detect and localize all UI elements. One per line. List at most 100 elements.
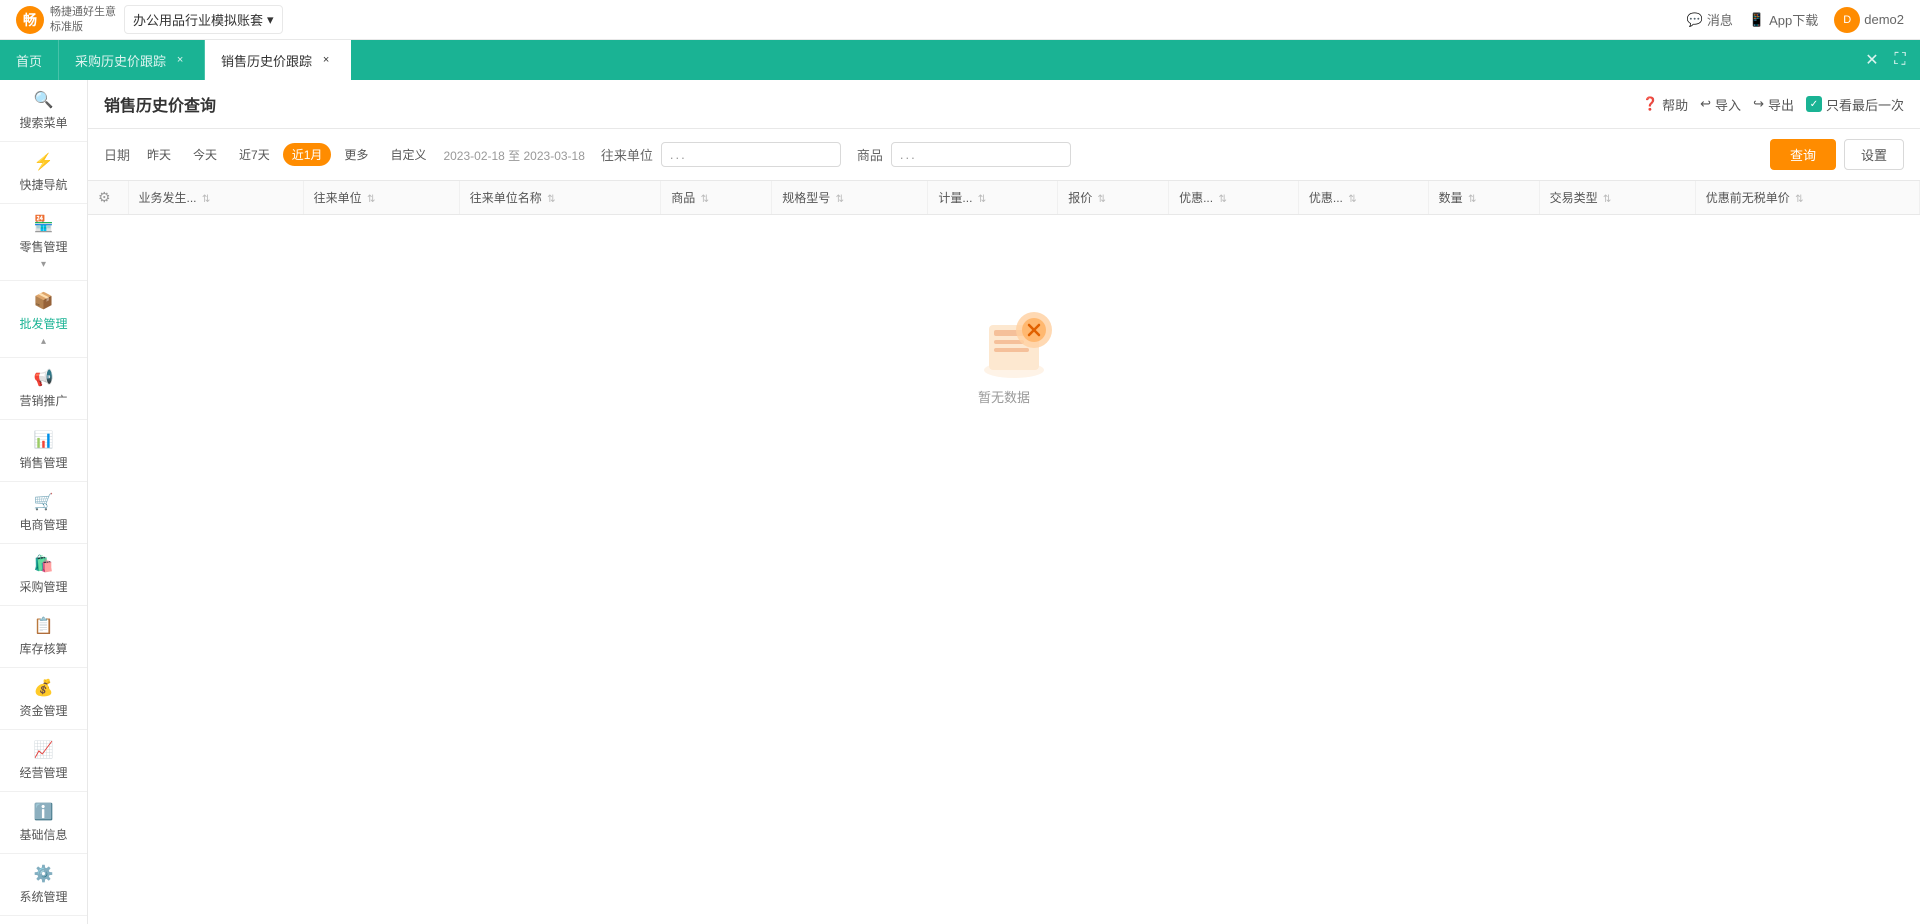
quick-nav-icon: ⚡: [34, 152, 54, 172]
message-icon: 💬: [1687, 12, 1703, 28]
sort-icon: ⇅: [836, 194, 844, 205]
import-icon: ↩: [1700, 96, 1711, 112]
table-header-pre-tax-price[interactable]: 优惠前无税单价 ⇅: [1695, 181, 1919, 215]
tab-sales-history-label: 销售历史价跟踪: [221, 51, 312, 70]
counterpart-filter-label: 往来单位: [601, 145, 653, 164]
data-table: ⚙ 业务发生... ⇅ 往来单位 ⇅ 往来单位名称 ⇅: [88, 181, 1920, 215]
sort-icon: ⇅: [367, 194, 375, 205]
message-button[interactable]: 💬 消息: [1687, 10, 1733, 29]
logo-icon: 畅: [16, 6, 44, 34]
wholesale-icon: 📦: [34, 291, 54, 311]
checkbox-icon: ✓: [1806, 96, 1822, 112]
empty-state: 暂无数据: [88, 215, 1920, 486]
sidebar-item-basic-info[interactable]: ℹ️ 基础信息: [0, 792, 87, 854]
close-sales-tab-icon[interactable]: ×: [318, 52, 334, 68]
date-btn-last7days[interactable]: 近7天: [230, 143, 279, 166]
sidebar-item-operations[interactable]: 📈 经营管理: [0, 730, 87, 792]
download-icon: 📱: [1749, 12, 1765, 28]
table-header-unit[interactable]: 计量... ⇅: [928, 181, 1058, 215]
sort-icon: ⇅: [978, 194, 986, 205]
table-header-counterpart-name[interactable]: 往来单位名称 ⇅: [459, 181, 661, 215]
sidebar-item-purchase[interactable]: 🛍️ 采购管理: [0, 544, 87, 606]
maximize-button[interactable]: ⛶: [1888, 48, 1912, 72]
page-header: 销售历史价查询 ❓ 帮助 ↩ 导入 ↪ 导出 ✓ 只看最后一次: [88, 80, 1920, 129]
sort-icon: ⇅: [1468, 194, 1476, 205]
app-selector[interactable]: 办公用品行业模拟账套 ▾: [124, 5, 283, 34]
date-btn-last1month[interactable]: 近1月: [283, 143, 332, 166]
help-button[interactable]: ❓ 帮助: [1642, 95, 1688, 114]
date-btn-custom[interactable]: 自定义: [381, 143, 435, 166]
table-header-spec[interactable]: 规格型号 ⇅: [772, 181, 928, 215]
sidebar-item-marketing[interactable]: 📢 营销推广: [0, 358, 87, 420]
date-buttons: 昨天 今天 近7天 近1月 更多 自定义: [138, 143, 435, 166]
product-placeholder: ...: [900, 147, 917, 162]
gear-icon[interactable]: ⚙: [98, 189, 111, 205]
avatar: D: [1834, 7, 1860, 33]
ecommerce-icon: 🛒: [34, 492, 54, 512]
help-icon: ❓: [1642, 96, 1658, 112]
date-btn-more[interactable]: 更多: [335, 143, 377, 166]
date-filter-group: 日期 昨天 今天 近7天 近1月 更多 自定义 2023-02-18 至 202…: [104, 143, 585, 166]
product-filter-label: 商品: [857, 145, 883, 164]
chevron-up-icon: ▴: [41, 336, 46, 347]
date-btn-today[interactable]: 今天: [184, 143, 226, 166]
sort-icon: ⇅: [202, 194, 210, 205]
sidebar-item-search[interactable]: 🔍 搜索菜单: [0, 80, 87, 142]
setting-button[interactable]: 设置: [1844, 139, 1904, 170]
sidebar-item-finance[interactable]: 💰 资金管理: [0, 668, 87, 730]
sidebar-item-quick-nav[interactable]: ⚡ 快捷导航: [0, 142, 87, 204]
import-button[interactable]: ↩ 导入: [1700, 95, 1741, 114]
counterpart-input[interactable]: ...: [661, 142, 841, 167]
sidebar-item-wholesale[interactable]: 📦 批发管理 ▴: [0, 281, 87, 358]
sidebar-item-ecommerce[interactable]: 🛒 电商管理: [0, 482, 87, 544]
query-button[interactable]: 查询: [1770, 139, 1836, 170]
date-btn-yesterday[interactable]: 昨天: [138, 143, 180, 166]
tab-bar: 首页 采购历史价跟踪 × 销售历史价跟踪 × ✕ ⛶: [0, 40, 1920, 80]
only-last-checkbox[interactable]: ✓ 只看最后一次: [1806, 95, 1904, 114]
close-purchase-tab-icon[interactable]: ×: [172, 52, 188, 68]
tab-purchase-history-label: 采购历史价跟踪: [75, 51, 166, 70]
sidebar-item-inventory[interactable]: 📋 库存核算: [0, 606, 87, 668]
app-download-button[interactable]: 📱 App下载: [1749, 10, 1818, 29]
close-all-tabs-button[interactable]: ✕: [1860, 48, 1884, 72]
logo-area: 畅 畅捷通好生意 标准版: [16, 5, 116, 34]
sort-icon: ⇅: [1603, 194, 1611, 205]
table-header-discount2[interactable]: 优惠... ⇅: [1298, 181, 1428, 215]
date-filter-label: 日期: [104, 145, 130, 164]
top-bar-left: 畅 畅捷通好生意 标准版 办公用品行业模拟账套 ▾: [16, 5, 283, 34]
sort-icon: ⇅: [701, 194, 709, 205]
retail-icon: 🏪: [34, 214, 54, 234]
page-title: 销售历史价查询: [104, 92, 216, 116]
filter-row: 日期 昨天 今天 近7天 近1月 更多 自定义 2023-02-18 至 202…: [104, 139, 1904, 170]
table-header-discount1[interactable]: 优惠... ⇅: [1169, 181, 1299, 215]
chevron-down-icon: ▾: [41, 259, 46, 270]
chevron-down-icon: ▾: [267, 12, 274, 28]
table-header-product[interactable]: 商品 ⇅: [661, 181, 772, 215]
table-header-quantity[interactable]: 数量 ⇅: [1428, 181, 1539, 215]
table-header-price[interactable]: 报价 ⇅: [1058, 181, 1169, 215]
table-header-trade-type[interactable]: 交易类型 ⇅: [1539, 181, 1695, 215]
sort-icon: ⇅: [1795, 194, 1803, 205]
sort-icon: ⇅: [547, 194, 555, 205]
marketing-icon: 📢: [34, 368, 54, 388]
sidebar-item-sales-mgmt[interactable]: 📊 销售管理: [0, 420, 87, 482]
tab-bar-actions: ✕ ⛶: [1852, 40, 1920, 80]
logo-text: 畅捷通好生意 标准版: [50, 5, 116, 34]
sidebar-item-enterprise[interactable]: 🤝 企业协同: [0, 916, 87, 924]
top-bar: 畅 畅捷通好生意 标准版 办公用品行业模拟账套 ▾ 💬 消息 📱 App下载 D…: [0, 0, 1920, 40]
product-input[interactable]: ...: [891, 142, 1071, 167]
sales-mgmt-icon: 📊: [34, 430, 54, 450]
user-menu[interactable]: D demo2: [1834, 7, 1904, 33]
table-header-counterpart-code[interactable]: 往来单位 ⇅: [303, 181, 459, 215]
tab-sales-history[interactable]: 销售历史价跟踪 ×: [205, 40, 351, 80]
tab-home[interactable]: 首页: [0, 40, 59, 80]
sidebar-item-system[interactable]: ⚙️ 系统管理: [0, 854, 87, 916]
table-header-biz-date[interactable]: 业务发生... ⇅: [128, 181, 303, 215]
tab-purchase-history[interactable]: 采购历史价跟踪 ×: [59, 40, 205, 80]
system-icon: ⚙️: [34, 864, 54, 884]
tab-home-label: 首页: [16, 51, 42, 70]
top-bar-right: 💬 消息 📱 App下载 D demo2: [1687, 7, 1904, 33]
table-header-gear[interactable]: ⚙: [88, 181, 128, 215]
sidebar-item-retail[interactable]: 🏪 零售管理 ▾: [0, 204, 87, 281]
export-button[interactable]: ↪ 导出: [1753, 95, 1794, 114]
